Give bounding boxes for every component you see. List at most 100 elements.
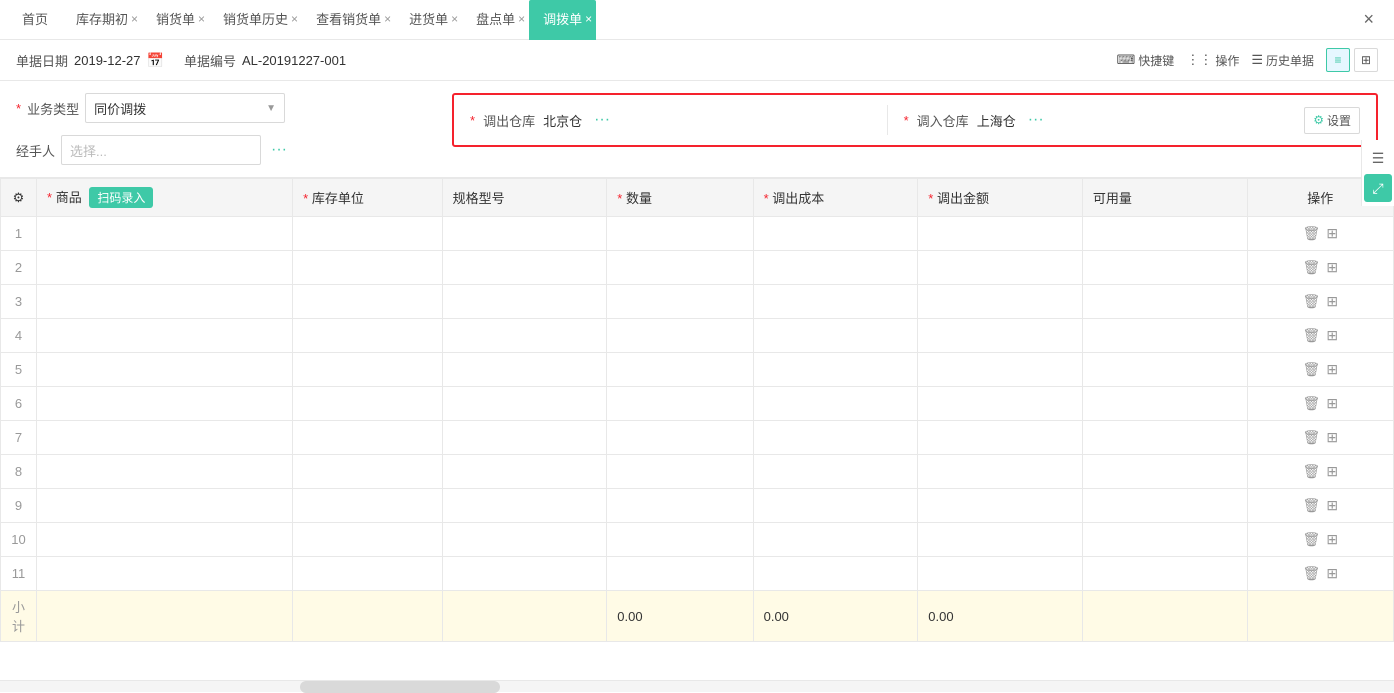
delete-icon[interactable]: 🗑: [1303, 429, 1321, 446]
handler-more-btn[interactable]: ···: [267, 141, 291, 159]
row-amount[interactable]: [918, 455, 1083, 489]
row-unit[interactable]: [293, 557, 442, 591]
warehouse-out-more-btn[interactable]: ···: [590, 111, 614, 129]
row-spec[interactable]: [442, 319, 607, 353]
tab-transfer-order-close[interactable]: ×: [585, 12, 592, 26]
row-product[interactable]: [37, 251, 293, 285]
tab-purchase-order[interactable]: 进货单 ×: [395, 0, 462, 40]
warehouse-in-more-btn[interactable]: ···: [1024, 111, 1048, 129]
row-spec[interactable]: [442, 353, 607, 387]
tab-inventory-start-close[interactable]: ×: [131, 12, 138, 26]
copy-icon[interactable]: ⊞: [1326, 497, 1338, 514]
row-amount[interactable]: [918, 319, 1083, 353]
row-available[interactable]: [1082, 217, 1247, 251]
row-qty[interactable]: [607, 523, 753, 557]
row-available[interactable]: [1082, 489, 1247, 523]
scan-button[interactable]: 扫码录入: [89, 187, 153, 208]
tab-sales-history[interactable]: 销货单历史 ×: [209, 0, 302, 40]
tab-view-sales[interactable]: 查看销货单 ×: [302, 0, 395, 40]
row-qty[interactable]: [607, 251, 753, 285]
row-spec[interactable]: [442, 285, 607, 319]
row-cost[interactable]: [753, 387, 918, 421]
row-qty[interactable]: [607, 455, 753, 489]
copy-icon[interactable]: ⊞: [1326, 463, 1338, 480]
shortcut-action[interactable]: ⌨ 快捷键: [1117, 52, 1175, 69]
tab-inventory-count-close[interactable]: ×: [518, 12, 525, 26]
row-qty[interactable]: [607, 557, 753, 591]
row-amount[interactable]: [918, 251, 1083, 285]
right-panel-expand-btn[interactable]: ⤢: [1364, 174, 1392, 202]
row-amount[interactable]: [918, 353, 1083, 387]
right-panel-list-btn[interactable]: ☰: [1364, 144, 1392, 172]
row-available[interactable]: [1082, 557, 1247, 591]
row-qty[interactable]: [607, 421, 753, 455]
delete-icon[interactable]: 🗑: [1303, 361, 1321, 378]
copy-icon[interactable]: ⊞: [1326, 259, 1338, 276]
row-amount[interactable]: [918, 421, 1083, 455]
row-spec[interactable]: [442, 251, 607, 285]
row-amount[interactable]: [918, 387, 1083, 421]
row-unit[interactable]: [293, 455, 442, 489]
tab-sales-order[interactable]: 销货单 ×: [142, 0, 209, 40]
copy-icon[interactable]: ⊞: [1326, 225, 1338, 242]
row-available[interactable]: [1082, 523, 1247, 557]
copy-icon[interactable]: ⊞: [1326, 293, 1338, 310]
row-product[interactable]: [37, 421, 293, 455]
handler-select[interactable]: 选择...: [61, 135, 261, 165]
row-product[interactable]: [37, 353, 293, 387]
row-unit[interactable]: [293, 387, 442, 421]
delete-icon[interactable]: 🗑: [1303, 293, 1321, 310]
row-unit[interactable]: [293, 523, 442, 557]
row-unit[interactable]: [293, 421, 442, 455]
row-cost[interactable]: [753, 421, 918, 455]
row-cost[interactable]: [753, 285, 918, 319]
row-spec[interactable]: [442, 217, 607, 251]
delete-icon[interactable]: 🗑: [1303, 225, 1321, 242]
row-product[interactable]: [37, 387, 293, 421]
tab-inventory-start[interactable]: 库存期初 ×: [62, 0, 142, 40]
settings-button[interactable]: ⚙ 设置: [1304, 107, 1360, 134]
row-cost[interactable]: [753, 489, 918, 523]
operations-action[interactable]: ⋮⋮ 操作: [1186, 52, 1239, 69]
row-product[interactable]: [37, 455, 293, 489]
list-view-btn[interactable]: ≡: [1326, 48, 1350, 72]
delete-icon[interactable]: 🗑: [1303, 565, 1321, 582]
delete-icon[interactable]: 🗑: [1303, 497, 1321, 514]
row-unit[interactable]: [293, 489, 442, 523]
row-amount[interactable]: [918, 523, 1083, 557]
delete-icon[interactable]: 🗑: [1303, 395, 1321, 412]
tab-home[interactable]: 首页: [8, 0, 62, 40]
calendar-icon[interactable]: 📅: [147, 52, 164, 69]
tab-view-sales-close[interactable]: ×: [384, 12, 391, 26]
th-settings[interactable]: ⚙: [1, 179, 37, 217]
delete-icon[interactable]: 🗑: [1303, 463, 1321, 480]
row-amount[interactable]: [918, 285, 1083, 319]
table-container[interactable]: ⚙ * 商品 扫码录入 * 库存单位 规格型号 *: [0, 178, 1394, 680]
row-available[interactable]: [1082, 285, 1247, 319]
row-product[interactable]: [37, 285, 293, 319]
row-cost[interactable]: [753, 557, 918, 591]
row-product[interactable]: [37, 217, 293, 251]
row-cost[interactable]: [753, 455, 918, 489]
delete-icon[interactable]: 🗑: [1303, 531, 1321, 548]
grid-view-btn[interactable]: ⊞: [1354, 48, 1378, 72]
copy-icon[interactable]: ⊞: [1326, 429, 1338, 446]
row-product[interactable]: [37, 489, 293, 523]
row-cost[interactable]: [753, 353, 918, 387]
row-cost[interactable]: [753, 523, 918, 557]
tab-transfer-order[interactable]: 调拨单 ×: [529, 0, 596, 40]
tab-sales-history-close[interactable]: ×: [291, 12, 298, 26]
row-spec[interactable]: [442, 387, 607, 421]
delete-icon[interactable]: 🗑: [1303, 259, 1321, 276]
row-unit[interactable]: [293, 319, 442, 353]
row-available[interactable]: [1082, 421, 1247, 455]
row-available[interactable]: [1082, 353, 1247, 387]
scrollbar-row[interactable]: [0, 680, 1394, 692]
row-qty[interactable]: [607, 217, 753, 251]
row-available[interactable]: [1082, 455, 1247, 489]
delete-icon[interactable]: 🗑: [1303, 327, 1321, 344]
row-product[interactable]: [37, 557, 293, 591]
copy-icon[interactable]: ⊞: [1326, 395, 1338, 412]
row-unit[interactable]: [293, 217, 442, 251]
row-unit[interactable]: [293, 251, 442, 285]
